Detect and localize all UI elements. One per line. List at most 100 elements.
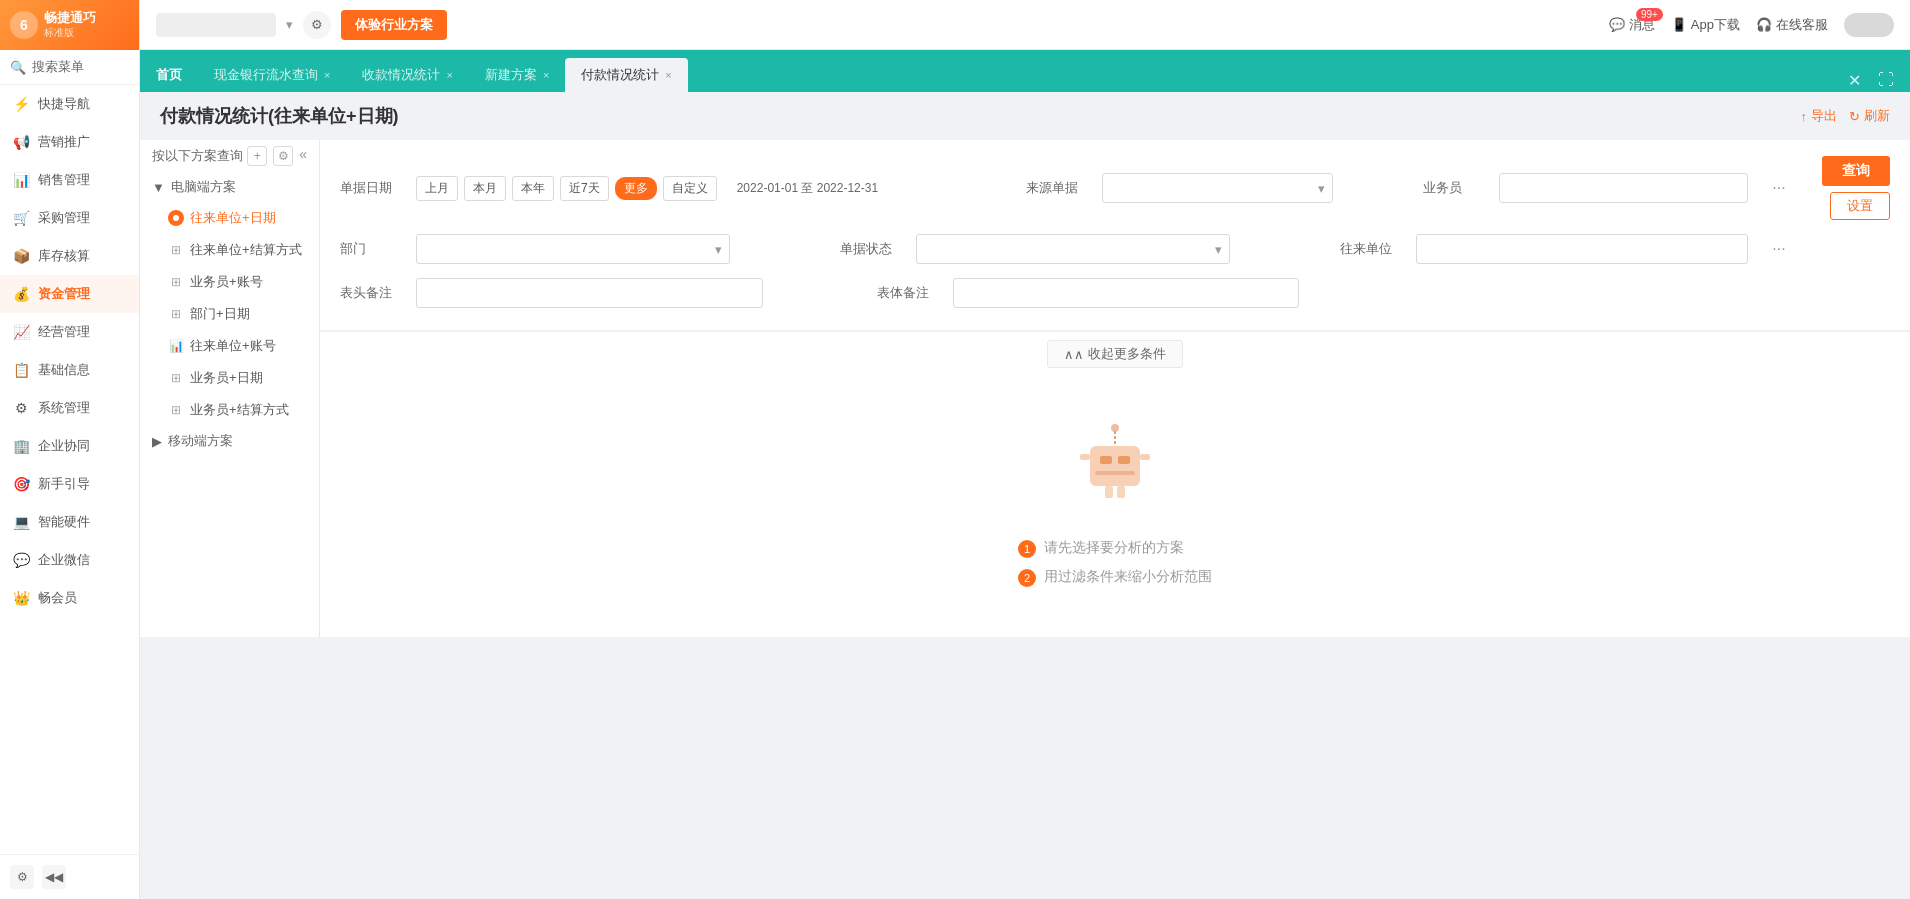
tip-num-1: 1 — [1018, 540, 1036, 558]
scheme-item-staff-account[interactable]: ⊞ 业务员+账号 — [140, 266, 319, 298]
collapse-section: ∧∧ 收起更多条件 — [320, 331, 1910, 376]
header-note-input[interactable] — [416, 278, 763, 308]
sidebar-item-inventory[interactable]: 📦 库存核算 — [0, 237, 139, 275]
mobile-category-arrow-icon: ▶ — [152, 434, 162, 449]
tab-bank-flow[interactable]: 现金银行流水查询 × — [198, 58, 346, 92]
sidebar-item-hardware[interactable]: 💻 智能硬件 — [0, 503, 139, 541]
scheme-item-dept-date[interactable]: ⊞ 部门+日期 — [140, 298, 319, 330]
tab-new-scheme[interactable]: 新建方案 × — [469, 58, 565, 92]
sidebar-item-marketing[interactable]: 📢 营销推广 — [0, 123, 139, 161]
company-dropdown-icon[interactable]: ▾ — [286, 17, 293, 32]
settings-icon[interactable]: ⚙ — [10, 865, 34, 889]
sidebar-item-label: 销售管理 — [38, 171, 90, 189]
scheme-collapse-btn[interactable]: « — [299, 146, 307, 166]
scheme-item-partner-date[interactable]: 往来单位+日期 — [140, 202, 319, 234]
sidebar-item-basic[interactable]: 📋 基础信息 — [0, 351, 139, 389]
collapse-label: 收起更多条件 — [1088, 345, 1166, 363]
search-menu[interactable]: 🔍 搜索菜单 — [0, 50, 139, 85]
tab-actions: ✕ ⛶ — [1830, 68, 1910, 92]
company-name-display — [156, 13, 276, 37]
sidebar-item-sales[interactable]: 📊 销售管理 — [0, 161, 139, 199]
scheme-item-staff-date[interactable]: ⊞ 业务员+日期 — [140, 362, 319, 394]
online-service-btn[interactable]: 🎧 在线客服 — [1756, 16, 1828, 34]
collapse-conditions-btn[interactable]: ∧∧ 收起更多条件 — [1047, 340, 1183, 368]
sidebar-item-member[interactable]: 👑 畅会员 — [0, 579, 139, 617]
tab-receipt-stats-label: 收款情况统计 — [362, 66, 440, 84]
scheme-add-btn[interactable]: + — [247, 146, 267, 166]
svg-rect-7 — [1140, 454, 1150, 460]
scheme-table-icon: ⊞ — [168, 242, 184, 258]
scheme-chart-icon: 📊 — [168, 338, 184, 354]
sidebar-item-wechat[interactable]: 💬 企业微信 — [0, 541, 139, 579]
sidebar-item-system[interactable]: ⚙ 系统管理 — [0, 389, 139, 427]
settings-btn[interactable]: 设置 — [1830, 192, 1890, 220]
tab-home[interactable]: 首页 — [140, 58, 198, 92]
refresh-label: 刷新 — [1864, 107, 1890, 125]
date-btn-last-7-days[interactable]: 近7天 — [560, 176, 609, 201]
scheme-settings-btn[interactable]: ⚙ — [273, 146, 293, 166]
tab-payment-stats[interactable]: 付款情况统计 × — [565, 58, 687, 92]
collapse-sidebar-icon[interactable]: ◀◀ — [42, 865, 66, 889]
main-content: ▾ ⚙ 体验行业方案 💬 消息 99+ 📱 App下载 🎧 在线客服 首页 — [140, 0, 1910, 899]
empty-state-svg — [1065, 416, 1165, 516]
sidebar-item-enterprise[interactable]: 🏢 企业协同 — [0, 427, 139, 465]
date-btn-this-year[interactable]: 本年 — [512, 176, 554, 201]
desktop-scheme-category[interactable]: ▼ 电脑端方案 — [140, 172, 319, 202]
svg-rect-6 — [1080, 454, 1090, 460]
filter-row-2: 部门 ▾ 单据状态 ▾ 往来单位 — [340, 234, 1890, 264]
scheme-panel-header: 按以下方案查询 + ⚙ « — [140, 140, 319, 172]
sidebar-item-finance[interactable]: 💰 资金管理 — [0, 275, 139, 313]
tab-receipt-stats[interactable]: 收款情况统计 × — [346, 58, 468, 92]
date-btn-this-month[interactable]: 本月 — [464, 176, 506, 201]
user-avatar[interactable] — [1844, 13, 1894, 37]
partner-input[interactable] — [1416, 234, 1748, 264]
sidebar: 6 畅捷通巧 标准版 🔍 搜索菜单 ⚡ 快捷导航 📢 营销推广 📊 销售管理 🛒… — [0, 0, 140, 899]
staff-input[interactable] — [1499, 173, 1748, 203]
marketing-icon: 📢 — [12, 133, 30, 151]
search-menu-label: 搜索菜单 — [32, 58, 84, 76]
tab-maximize-btn[interactable]: ⛶ — [1874, 68, 1898, 92]
svg-rect-4 — [1105, 486, 1113, 498]
tab-payment-stats-close[interactable]: × — [665, 69, 671, 81]
date-btn-last-month[interactable]: 上月 — [416, 176, 458, 201]
svg-point-9 — [1111, 424, 1119, 432]
sidebar-item-operation[interactable]: 📈 经营管理 — [0, 313, 139, 351]
body-note-input[interactable] — [953, 278, 1300, 308]
topbar-right: 💬 消息 99+ 📱 App下载 🎧 在线客服 — [1609, 13, 1894, 37]
partner-dots-btn[interactable]: ··· — [1764, 240, 1794, 258]
scheme-item-partner-account[interactable]: 📊 往来单位+账号 — [140, 330, 319, 362]
tab-receipt-stats-close[interactable]: × — [446, 69, 452, 81]
staff-dots-btn[interactable]: ··· — [1764, 179, 1794, 197]
sidebar-item-guide[interactable]: 🎯 新手引导 — [0, 465, 139, 503]
messages-btn[interactable]: 💬 消息 99+ — [1609, 16, 1655, 34]
date-btn-custom[interactable]: 自定义 — [663, 176, 717, 201]
export-btn[interactable]: ↑ 导出 — [1801, 107, 1838, 125]
sidebar-item-label: 智能硬件 — [38, 513, 90, 531]
tab-close-all-btn[interactable]: ✕ — [1842, 68, 1866, 92]
tab-bank-flow-close[interactable]: × — [324, 69, 330, 81]
tab-payment-stats-label: 付款情况统计 — [581, 66, 659, 84]
sidebar-item-label: 畅会员 — [38, 589, 77, 607]
trial-btn[interactable]: 体验行业方案 — [341, 10, 447, 40]
date-btn-more[interactable]: 更多 — [615, 177, 657, 200]
sidebar-item-purchase[interactable]: 🛒 采购管理 — [0, 199, 139, 237]
online-service-label: 在线客服 — [1776, 16, 1828, 34]
dept-select[interactable] — [416, 234, 730, 264]
topbar-settings-icon[interactable]: ⚙ — [303, 11, 331, 39]
system-icon: ⚙ — [12, 399, 30, 417]
tab-bar: 首页 现金银行流水查询 × 收款情况统计 × 新建方案 × 付款情况统计 × ✕… — [140, 50, 1910, 92]
scheme-item-label: 往来单位+账号 — [190, 337, 276, 355]
query-btn[interactable]: 查询 — [1822, 156, 1890, 186]
scheme-item-staff-settle[interactable]: ⊞ 业务员+结算方式 — [140, 394, 319, 426]
voucher-status-select[interactable] — [916, 234, 1230, 264]
source-select[interactable] — [1102, 173, 1333, 203]
app-download-btn[interactable]: 📱 App下载 — [1671, 16, 1740, 34]
tab-new-scheme-close[interactable]: × — [543, 69, 549, 81]
scheme-item-partner-settle[interactable]: ⊞ 往来单位+结算方式 — [140, 234, 319, 266]
mobile-scheme-category[interactable]: ▶ 移动端方案 — [140, 426, 319, 456]
mobile-category-label: 移动端方案 — [168, 432, 233, 450]
sidebar-item-quick-nav[interactable]: ⚡ 快捷导航 — [0, 85, 139, 123]
date-label: 单据日期 — [340, 179, 400, 197]
refresh-btn[interactable]: ↻ 刷新 — [1849, 107, 1890, 125]
sidebar-item-label: 经营管理 — [38, 323, 90, 341]
